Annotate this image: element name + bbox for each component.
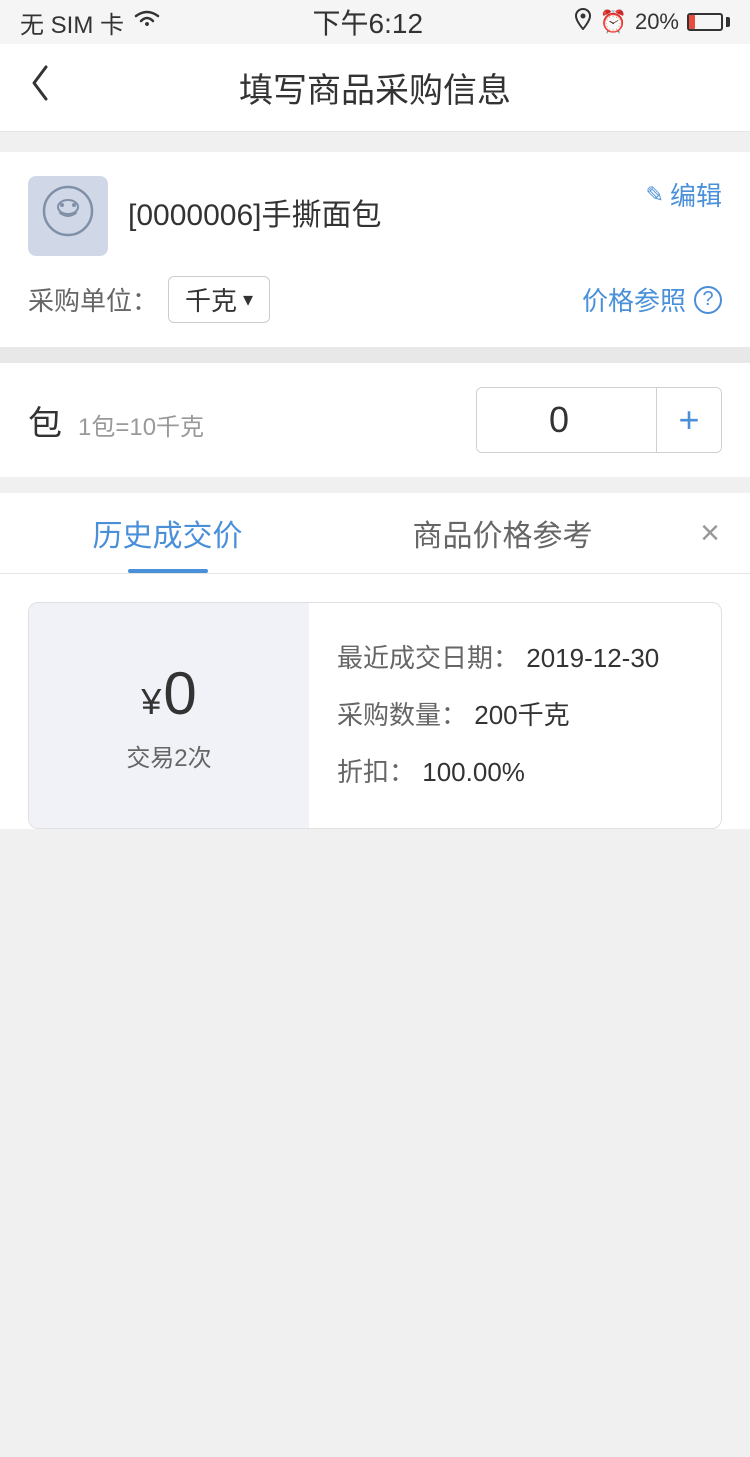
discount-row: 折扣： 100.00% (337, 753, 693, 792)
recent-date-value: 2019-12-30 (526, 643, 659, 673)
price-info-card: ¥ 0 交易2次 最近成交日期： 2019-12-30 采购数量： 200千克 … (28, 602, 722, 829)
close-icon: × (700, 514, 720, 553)
unit-label-group: 采购单位： 千克 ▾ (28, 276, 270, 323)
dropdown-arrow-icon: ▾ (243, 287, 253, 312)
tab-historical-price[interactable]: 历史成交价 (0, 493, 335, 573)
price-ref-help-icon: ? (694, 286, 722, 314)
discount-label: 折扣： (337, 757, 415, 787)
price-summary-panel: ¥ 0 交易2次 (29, 603, 309, 828)
unit-label-text: 采购单位： (28, 281, 158, 318)
tabs-header: 历史成交价 商品价格参考 × (0, 493, 750, 574)
sim-status: 无 SIM 卡 (20, 5, 124, 40)
purchase-quantity-row: 采购数量： 200千克 (337, 696, 693, 735)
product-left: [0000006]手撕面包 (28, 176, 381, 256)
back-button[interactable] (28, 63, 52, 112)
price-ref-label: 价格参照 (582, 281, 686, 318)
product-card: [0000006]手撕面包 ✎ 编辑 采购单位： 千克 ▾ 价格参照 ? (0, 152, 750, 347)
tab-product-price-ref[interactable]: 商品价格参考 (335, 493, 670, 573)
product-thumbnail (28, 176, 108, 256)
page-footer (0, 857, 750, 1457)
quantity-control: + (476, 387, 722, 453)
quantity-value: 200千克 (474, 700, 569, 730)
status-bar: 无 SIM 卡 下午6:12 ⏰ 20% (0, 0, 750, 44)
price-number: 0 (163, 659, 196, 728)
product-header: [0000006]手撕面包 ✎ 编辑 (28, 176, 722, 256)
location-icon (574, 8, 592, 36)
quantity-input[interactable] (477, 388, 657, 452)
product-logo-icon (42, 185, 94, 247)
tab-active-indicator (128, 569, 208, 573)
quantity-row: 包 1包=10千克 + (0, 363, 750, 477)
price-reference-link[interactable]: 价格参照 ? (582, 281, 722, 318)
quantity-hint: 1包=10千克 (78, 407, 204, 442)
product-footer: 采购单位： 千克 ▾ 价格参照 ? (28, 276, 722, 323)
quantity-unit: 包 (28, 396, 62, 445)
help-icon: ? (702, 288, 713, 311)
battery-icon (687, 13, 730, 31)
unit-selector[interactable]: 千克 ▾ (168, 276, 270, 323)
quantity-plus-button[interactable]: + (657, 388, 721, 452)
recent-date-label: 最近成交日期： (337, 643, 519, 673)
price-display: ¥ 0 (141, 659, 196, 728)
edit-icon: ✎ (646, 182, 664, 208)
page-title: 填写商品采购信息 (239, 63, 511, 112)
tabs-close-button[interactable]: × (670, 493, 750, 573)
tabs-panel: 历史成交价 商品价格参考 × ¥ 0 交易2次 最近成交日期： 2019-12-… (0, 493, 750, 829)
discount-value: 100.00% (422, 757, 525, 787)
unit-value: 千克 (185, 281, 237, 318)
status-right: ⏰ 20% (574, 8, 730, 36)
status-left: 无 SIM 卡 (20, 5, 162, 40)
alarm-icon: ⏰ (600, 9, 627, 35)
quantity-label: 采购数量： (337, 700, 467, 730)
edit-label: 编辑 (670, 176, 722, 213)
tab-historical-label: 历史成交价 (93, 511, 243, 555)
edit-button[interactable]: ✎ 编辑 (646, 176, 722, 213)
wifi-icon (132, 8, 162, 37)
quantity-unit-info: 包 1包=10千克 (28, 396, 204, 445)
price-details-panel: 最近成交日期： 2019-12-30 采购数量： 200千克 折扣： 100.0… (309, 603, 721, 828)
product-name: [0000006]手撕面包 (128, 195, 381, 237)
recent-date-row: 最近成交日期： 2019-12-30 (337, 639, 693, 678)
section-divider (0, 347, 750, 363)
time-display: 下午6:12 (313, 2, 424, 42)
nav-bar: 填写商品采购信息 (0, 44, 750, 132)
tab-product-label: 商品价格参考 (413, 511, 593, 555)
trades-count: 交易2次 (126, 738, 211, 773)
battery-percent: 20% (635, 9, 679, 35)
currency-symbol: ¥ (141, 681, 161, 723)
